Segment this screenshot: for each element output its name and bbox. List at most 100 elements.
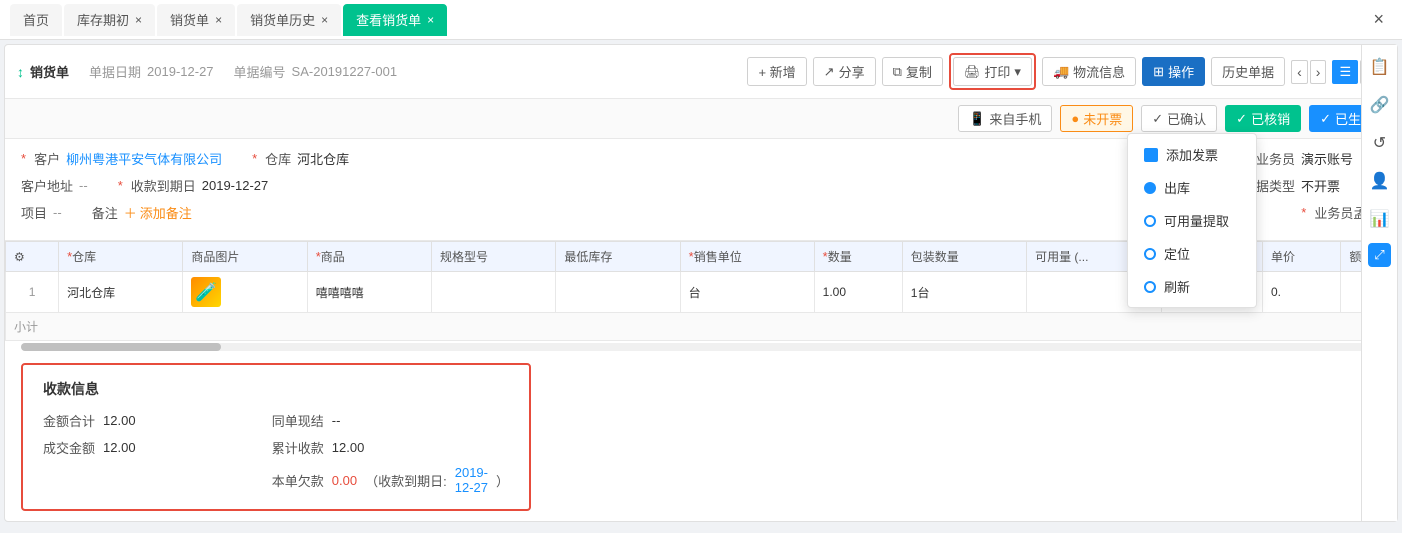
doc-actions: + 新增 ↗ 分享 ⧉ 复制 🖨 打印 ▾ 🚚 物流信息 ⊞ [747, 53, 1385, 90]
tab-sales[interactable]: 销货单 × [157, 4, 235, 36]
add-note-label: 添加备注 [140, 203, 192, 222]
next-button[interactable]: › [1310, 60, 1327, 84]
confirm-icon: ✓ [1152, 111, 1163, 127]
available-extract-item[interactable]: 可用量提取 [1128, 204, 1256, 237]
confirm-button[interactable]: ✓ 已确认 [1141, 105, 1217, 132]
tab-view-sales-label: 查看销货单 [356, 10, 421, 29]
tab-home[interactable]: 首页 [10, 4, 62, 36]
refresh-item[interactable]: 刷新 [1128, 270, 1256, 303]
remark-field: 备注 ＋ 添加备注 [92, 203, 192, 222]
outbound-label: 出库 [1164, 178, 1190, 197]
outbound-item[interactable]: 出库 [1128, 171, 1256, 204]
col-sales-unit: *销售单位 [680, 242, 814, 272]
deal-amount-item: 成交金额 12.00 [43, 438, 242, 457]
share-label: 分享 [839, 62, 865, 81]
locate-item[interactable]: 定位 [1128, 237, 1256, 270]
customer-required: * [21, 151, 26, 166]
doc-date-meta: 单据日期 2019-12-27 [89, 62, 214, 81]
horizontal-scrollbar[interactable] [21, 343, 1381, 351]
col-unit-price: 单价 [1262, 242, 1340, 272]
operations-icon: ⊞ [1153, 64, 1164, 80]
print-icon: 🖨 [964, 64, 981, 80]
clipboard-icon[interactable]: 📋 [1366, 53, 1394, 81]
print-button[interactable]: 🖨 打印 ▾ [953, 57, 1032, 86]
payment-box: 收款信息 金额合计 12.00 同单现结 -- 成交金额 12.00 累计收款 … [21, 363, 531, 511]
operations-button[interactable]: ⊞ 操作 [1142, 57, 1205, 86]
project-label: 项目 [21, 203, 47, 222]
refresh-icon [1144, 281, 1156, 293]
from-phone-label: 来自手机 [989, 109, 1041, 128]
window-close-button[interactable]: × [1365, 5, 1392, 34]
cumulative-item: 累计收款 12.00 [272, 438, 509, 457]
address-field: 客户地址 -- [21, 176, 88, 195]
right-icon-bar: 📋 🔗 ↺ 👤 📊 ⤢ [1361, 45, 1397, 521]
col-pack-qty: 包装数量 [902, 242, 1026, 272]
chart-icon[interactable]: 📊 [1366, 205, 1394, 233]
expand-icon[interactable]: ⤢ [1368, 243, 1390, 267]
customer-label: 客户 [34, 149, 60, 168]
tab-inventory[interactable]: 库存期初 × [64, 4, 155, 36]
row-quantity: 1.00 [814, 272, 902, 313]
owed-close: ） [496, 471, 509, 490]
project-value: -- [53, 205, 62, 220]
logistics-button[interactable]: 🚚 物流信息 [1042, 57, 1136, 86]
col-product-img: 商品图片 [183, 242, 307, 272]
list-view-button[interactable]: ☰ [1332, 60, 1358, 84]
row-pack-qty: 1台 [902, 272, 1026, 313]
tab-sales-history[interactable]: 销货单历史 × [237, 4, 341, 36]
sales-staff-label: 业务员孟 [1314, 203, 1366, 222]
history-label: 历史单据 [1222, 62, 1274, 81]
logistics-icon: 🚚 [1053, 64, 1069, 80]
confirm-label: 已确认 [1167, 109, 1206, 128]
doc-type-label: 销货单 [30, 62, 69, 81]
new-button[interactable]: + 新增 [747, 57, 806, 86]
checked-button[interactable]: ✓ 已核销 [1225, 105, 1301, 132]
tab-view-sales-close[interactable]: × [427, 13, 434, 27]
project-field: 项目 -- [21, 203, 62, 222]
total-label: 金额合计 [43, 411, 95, 430]
owed-note: （收款到期日: [365, 471, 447, 490]
tab-sales-history-close[interactable]: × [321, 13, 328, 27]
tab-inventory-close[interactable]: × [135, 13, 142, 27]
payment-date-value: 2019-12-27 [202, 178, 282, 193]
link-icon[interactable]: 🔗 [1366, 91, 1394, 119]
share-button[interactable]: ↗ 分享 [813, 57, 876, 86]
row-product-img: 🧪 [183, 272, 307, 313]
owed-label: 本单欠款 [272, 471, 324, 490]
cumulative-value: 12.00 [332, 440, 365, 455]
tab-view-sales[interactable]: 查看销货单 × [343, 4, 447, 36]
subtotal-row: 小计 [6, 313, 1397, 341]
not-open-icon: ● [1071, 111, 1079, 126]
refresh-icon-right[interactable]: ↺ [1369, 129, 1390, 157]
print-dropdown-arrow: ▾ [1014, 64, 1021, 80]
copy-button[interactable]: ⧉ 复制 [882, 57, 943, 86]
sales-staff-required: * [1301, 205, 1306, 220]
warehouse-field: * 仓库 河北仓库 [252, 149, 377, 168]
user-icon[interactable]: 👤 [1366, 167, 1394, 195]
add-invoice-item[interactable]: 添加发票 [1128, 138, 1256, 171]
effective-icon: ✓ [1320, 111, 1331, 127]
not-open-button[interactable]: ● 未开票 [1060, 105, 1133, 132]
history-button[interactable]: 历史单据 [1211, 57, 1285, 86]
row-min-stock [556, 272, 680, 313]
warehouse-value: 河北仓库 [297, 149, 377, 168]
address-value: -- [79, 178, 88, 193]
checked-icon: ✓ [1236, 111, 1247, 127]
tab-sales-history-label: 销货单历史 [250, 10, 315, 29]
add-invoice-label: 添加发票 [1166, 145, 1218, 164]
warehouse-required: * [252, 151, 257, 166]
date-value: 2019-12-27 [147, 64, 214, 79]
row-spec [432, 272, 556, 313]
tab-sales-close[interactable]: × [215, 13, 222, 27]
scrollbar-thumb[interactable] [21, 343, 221, 351]
col-spec: 规格型号 [432, 242, 556, 272]
from-phone-button[interactable]: 📱 来自手机 [958, 105, 1052, 132]
print-highlight: 🖨 打印 ▾ [949, 53, 1036, 90]
add-note-button[interactable]: ＋ 添加备注 [124, 203, 192, 222]
customer-value[interactable]: 柳州粤港平安气体有限公司 [66, 149, 222, 168]
owed-item [43, 465, 242, 495]
prev-button[interactable]: ‹ [1291, 60, 1308, 84]
owed-value: 0.00 [332, 473, 357, 488]
col-settings[interactable]: ⚙ [6, 242, 59, 272]
number-value: SA-20191227-001 [292, 64, 398, 79]
